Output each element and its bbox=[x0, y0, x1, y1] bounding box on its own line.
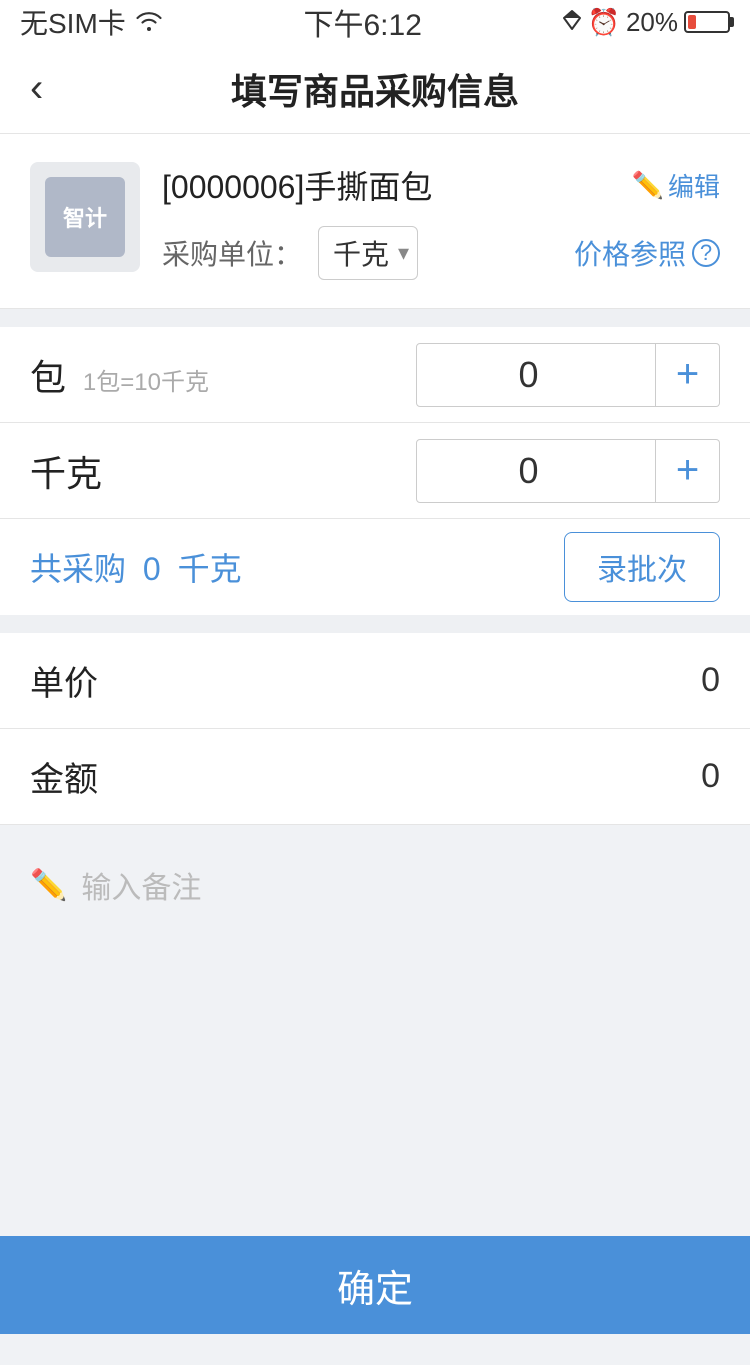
unit-price-row: 单价 0 bbox=[0, 633, 750, 729]
price-section: 单价 0 金额 0 bbox=[0, 633, 750, 825]
summary-unit: 千克 bbox=[178, 551, 242, 587]
summary-text: 共采购 0 千克 bbox=[30, 544, 242, 590]
section-divider-1 bbox=[0, 309, 750, 327]
unit-select[interactable]: 千克 bbox=[318, 226, 418, 280]
price-ref-button[interactable]: 价格参照 ? bbox=[574, 233, 720, 273]
back-button[interactable]: ‹ bbox=[30, 66, 43, 111]
price-ref-label: 价格参照 bbox=[574, 233, 686, 273]
edit-icon: ✏️ bbox=[632, 170, 664, 201]
input-section: 包 1包=10千克 + 千克 + 共采购 0 千克 录批次 bbox=[0, 327, 750, 615]
bag-input-row: 包 1包=10千克 + bbox=[0, 327, 750, 423]
section-divider-2 bbox=[0, 615, 750, 633]
bag-label: 包 bbox=[30, 357, 66, 398]
unit-price-value: 0 bbox=[701, 661, 720, 700]
unit-price-label: 单价 bbox=[30, 656, 98, 705]
kg-label-group: 千克 bbox=[30, 445, 102, 497]
note-placeholder: 输入备注 bbox=[81, 863, 201, 907]
product-info: [0000006]手撕面包 ✏️ 编辑 采购单位： 千克 价格参照 ? bbox=[162, 162, 720, 280]
status-left: 无SIM卡 bbox=[20, 2, 164, 42]
unit-value: 千克 bbox=[333, 233, 389, 273]
kg-input-right: + bbox=[416, 439, 720, 503]
kg-label: 千克 bbox=[30, 453, 102, 494]
alarm-icon: ⏰ bbox=[588, 7, 620, 38]
help-icon: ? bbox=[692, 239, 720, 267]
page-title: 填写商品采购信息 bbox=[231, 63, 519, 115]
edit-label: 编辑 bbox=[668, 167, 720, 204]
summary-amount: 0 bbox=[143, 551, 161, 587]
product-card: 智计 [0000006]手撕面包 ✏️ 编辑 采购单位： 千克 价格参照 ? bbox=[0, 134, 750, 309]
bag-input-right: + bbox=[416, 343, 720, 407]
edit-button[interactable]: ✏️ 编辑 bbox=[632, 167, 720, 204]
pencil-icon: ✏️ bbox=[30, 868, 67, 903]
product-thumb-logo: 智计 bbox=[45, 177, 125, 257]
battery-text: 20% bbox=[626, 7, 678, 38]
amount-label: 金额 bbox=[30, 752, 98, 801]
product-unit-row: 采购单位： 千克 价格参照 ? bbox=[162, 226, 720, 280]
status-time: 下午6:12 bbox=[303, 0, 421, 44]
bag-plus-button[interactable]: + bbox=[656, 343, 720, 407]
summary-prefix: 共采购 bbox=[30, 551, 126, 587]
bag-sub-label: 1包=10千克 bbox=[83, 369, 209, 396]
bag-label-group: 包 1包=10千克 bbox=[30, 349, 209, 401]
status-right: ⏰ 20% bbox=[562, 7, 730, 38]
nav-bar: ‹ 填写商品采购信息 bbox=[0, 44, 750, 134]
kg-input-row: 千克 + bbox=[0, 423, 750, 519]
amount-row: 金额 0 bbox=[0, 729, 750, 825]
product-name-row: [0000006]手撕面包 ✏️ 编辑 bbox=[162, 162, 720, 208]
location-icon bbox=[562, 7, 582, 38]
product-name: [0000006]手撕面包 bbox=[162, 162, 432, 208]
kg-quantity-input[interactable] bbox=[416, 439, 656, 503]
confirm-label: 确定 bbox=[337, 1258, 413, 1313]
battery-icon bbox=[684, 11, 730, 33]
product-thumbnail: 智计 bbox=[30, 162, 140, 272]
note-section[interactable]: ✏️ 输入备注 bbox=[0, 825, 750, 945]
carrier-text: 无SIM卡 bbox=[20, 2, 126, 42]
thumb-text: 智计 bbox=[63, 201, 107, 233]
amount-value: 0 bbox=[701, 757, 720, 796]
batch-record-button[interactable]: 录批次 bbox=[564, 532, 720, 602]
wifi-icon bbox=[134, 6, 164, 38]
status-bar: 无SIM卡 下午6:12 ⏰ 20% bbox=[0, 0, 750, 44]
summary-row: 共采购 0 千克 录批次 bbox=[0, 519, 750, 615]
confirm-button[interactable]: 确定 bbox=[0, 1236, 750, 1334]
kg-plus-button[interactable]: + bbox=[656, 439, 720, 503]
bag-quantity-input[interactable] bbox=[416, 343, 656, 407]
unit-label: 采购单位： bbox=[162, 233, 302, 273]
